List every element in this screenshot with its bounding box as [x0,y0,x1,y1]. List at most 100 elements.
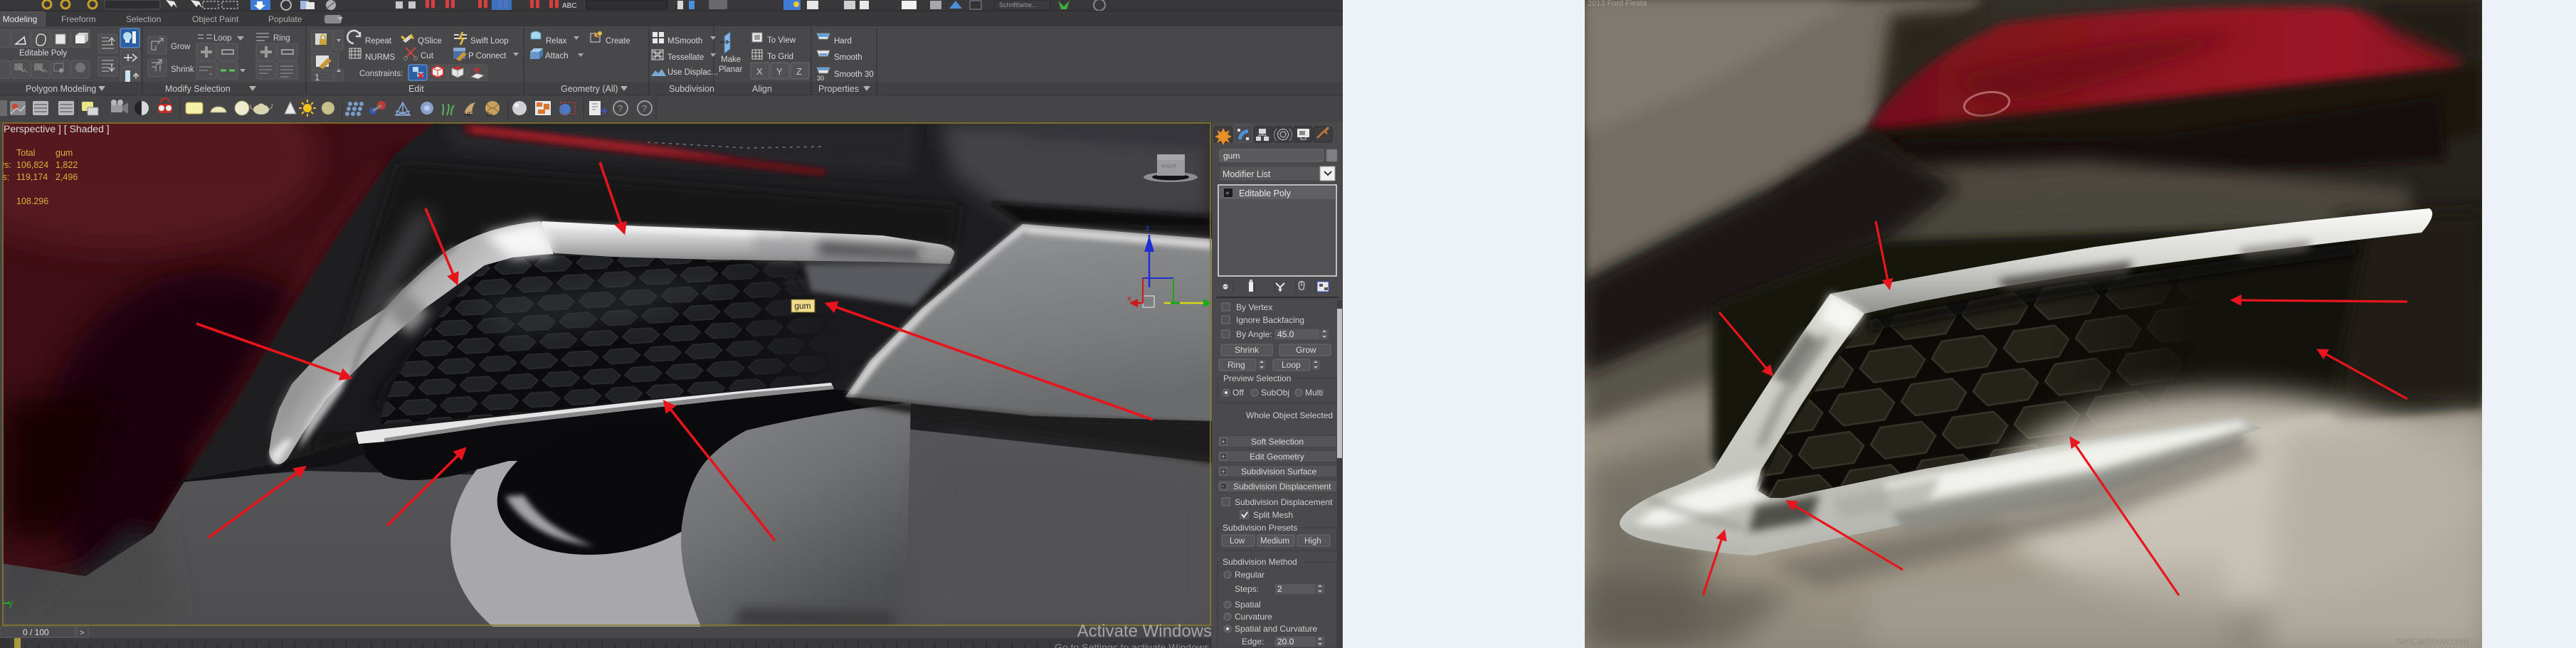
svg-text:Planar: Planar [719,65,742,74]
svg-text:0 / 100: 0 / 100 [23,627,49,637]
svg-text:0x: 0x [487,112,492,118]
svg-text:>: > [80,629,84,637]
svg-text:Relax: Relax [546,37,567,46]
svg-text:Shrink: Shrink [171,65,194,74]
svg-text:108.296: 108.296 [16,196,48,206]
svg-text:By Vertex: By Vertex [1236,302,1272,312]
svg-text:Attach: Attach [545,52,569,60]
svg-text:Medium: Medium [1260,537,1289,546]
svg-text:Tessellate: Tessellate [667,53,704,62]
svg-text:gum: gum [794,301,811,311]
svg-text:y: y [9,597,14,608]
svg-text:Shrink: Shrink [1235,345,1260,355]
svg-text:P Connect: P Connect [468,52,507,60]
svg-text:Whole Object Selected: Whole Object Selected [1246,410,1333,420]
svg-text:Spatial: Spatial [1235,600,1261,610]
svg-text:Split Mesh: Split Mesh [1253,510,1293,520]
svg-text:1,822: 1,822 [56,160,78,170]
svg-text:Subdivision Surface: Subdivision Surface [1241,467,1316,477]
svg-text:30: 30 [817,75,824,82]
svg-text:45.0: 45.0 [1277,329,1294,339]
svg-text:Loop: Loop [1282,360,1301,370]
svg-text:Grow: Grow [1296,345,1316,355]
svg-text:Low: Low [1230,537,1245,546]
svg-text:+: + [1222,468,1225,475]
svg-text:1: 1 [315,72,320,82]
svg-text:Ring: Ring [1228,360,1245,370]
svg-text:20.0: 20.0 [1277,637,1294,647]
svg-text:Modify Selection: Modify Selection [165,84,231,94]
svg-text:Smooth 30: Smooth 30 [834,70,874,79]
svg-text:Cut: Cut [421,52,434,60]
svg-text:Perspective ] [ Shaded ]: Perspective ] [ Shaded ] [4,123,110,134]
svg-text:Repeat: Repeat [365,37,392,46]
svg-text:Regular: Regular [1235,570,1265,580]
svg-text:Z: Z [796,66,802,77]
svg-text:Off: Off [1232,388,1244,398]
svg-text:Grow: Grow [171,43,191,51]
svg-text:2,496: 2,496 [56,172,78,182]
svg-text:2: 2 [1277,584,1282,594]
svg-text:Use Displac...: Use Displac... [667,68,718,77]
svg-text:Loop: Loop [213,34,232,43]
svg-text:Polygon Modeling: Polygon Modeling [26,84,96,94]
svg-text:Align: Align [752,84,772,94]
svg-text:Properties: Properties [818,84,859,94]
svg-text:Modifier List: Modifier List [1223,169,1271,179]
svg-text:119,174: 119,174 [16,172,48,182]
svg-text:ABC: ABC [562,2,577,10]
svg-text:NetCarShow.com: NetCarShow.com [2397,636,2469,647]
svg-text:Spatial and Curvature: Spatial and Curvature [1235,624,1317,634]
svg-text:Editable Poly: Editable Poly [1239,188,1292,198]
svg-text:High: High [1304,537,1321,546]
svg-text:X: X [756,66,763,77]
svg-text:NURMS: NURMS [365,53,395,62]
svg-text:Soft Selection: Soft Selection [1251,437,1304,447]
svg-text:Schriftfarbe...: Schriftfarbe... [999,1,1038,9]
svg-text:Editable Poly: Editable Poly [19,49,67,58]
svg-text:SubObj: SubObj [1261,388,1289,398]
svg-text:Multi: Multi [1305,388,1323,398]
svg-text:RIGHT: RIGHT [1161,164,1178,169]
svg-text:+: + [1225,190,1230,198]
svg-text:To Grid: To Grid [767,53,793,61]
svg-text:ys:: ys: [2,160,11,170]
svg-text:Hard: Hard [834,37,852,46]
svg-text:?: ? [642,103,647,114]
svg-text:gum: gum [56,148,73,158]
svg-text:z: z [1146,224,1150,233]
svg-text:Geometry (All): Geometry (All) [561,84,618,94]
svg-text:Constraints:: Constraints: [359,70,403,78]
svg-text:MSmooth: MSmooth [667,37,702,46]
svg-text:Smooth: Smooth [834,53,862,62]
svg-text:2013 Ford Fiesta: 2013 Ford Fiesta [1588,0,1647,8]
svg-text:Make: Make [721,55,741,64]
svg-text:Subdivision Method: Subdivision Method [1223,557,1297,567]
svg-text:Total: Total [16,148,35,158]
svg-text:Edit Geometry: Edit Geometry [1250,452,1304,462]
svg-text:106,824: 106,824 [16,160,48,170]
svg-text:Preview Selection: Preview Selection [1223,373,1291,383]
svg-text:Steps:: Steps: [1235,584,1259,594]
svg-text:Y: Y [776,66,783,77]
svg-text:?: ? [618,103,623,114]
svg-text:Edit: Edit [408,84,424,94]
svg-text:Ring: Ring [273,34,290,43]
svg-text:Create: Create [606,37,630,46]
svg-text:Subdivision: Subdivision [669,84,714,94]
svg-text:By Angle:: By Angle: [1236,329,1272,339]
svg-text:+: + [1222,453,1225,460]
svg-text:Ignore Backfacing: Ignore Backfacing [1236,315,1304,325]
svg-text:HF: HF [464,111,473,118]
svg-text:To View: To View [767,36,796,45]
svg-text:gum: gum [1223,151,1240,161]
svg-text:Curvature: Curvature [1235,612,1272,622]
svg-text:Edge:: Edge: [1242,637,1264,647]
svg-text:x: x [1127,294,1131,303]
svg-text:-: - [1222,482,1224,489]
svg-text:Subdivision Displacement: Subdivision Displacement [1233,482,1331,492]
svg-text:Swift Loop: Swift Loop [470,37,509,46]
svg-text:QSlice: QSlice [418,37,442,46]
svg-text:Subdivision Presets: Subdivision Presets [1223,523,1297,533]
svg-text:+: + [1222,438,1225,445]
